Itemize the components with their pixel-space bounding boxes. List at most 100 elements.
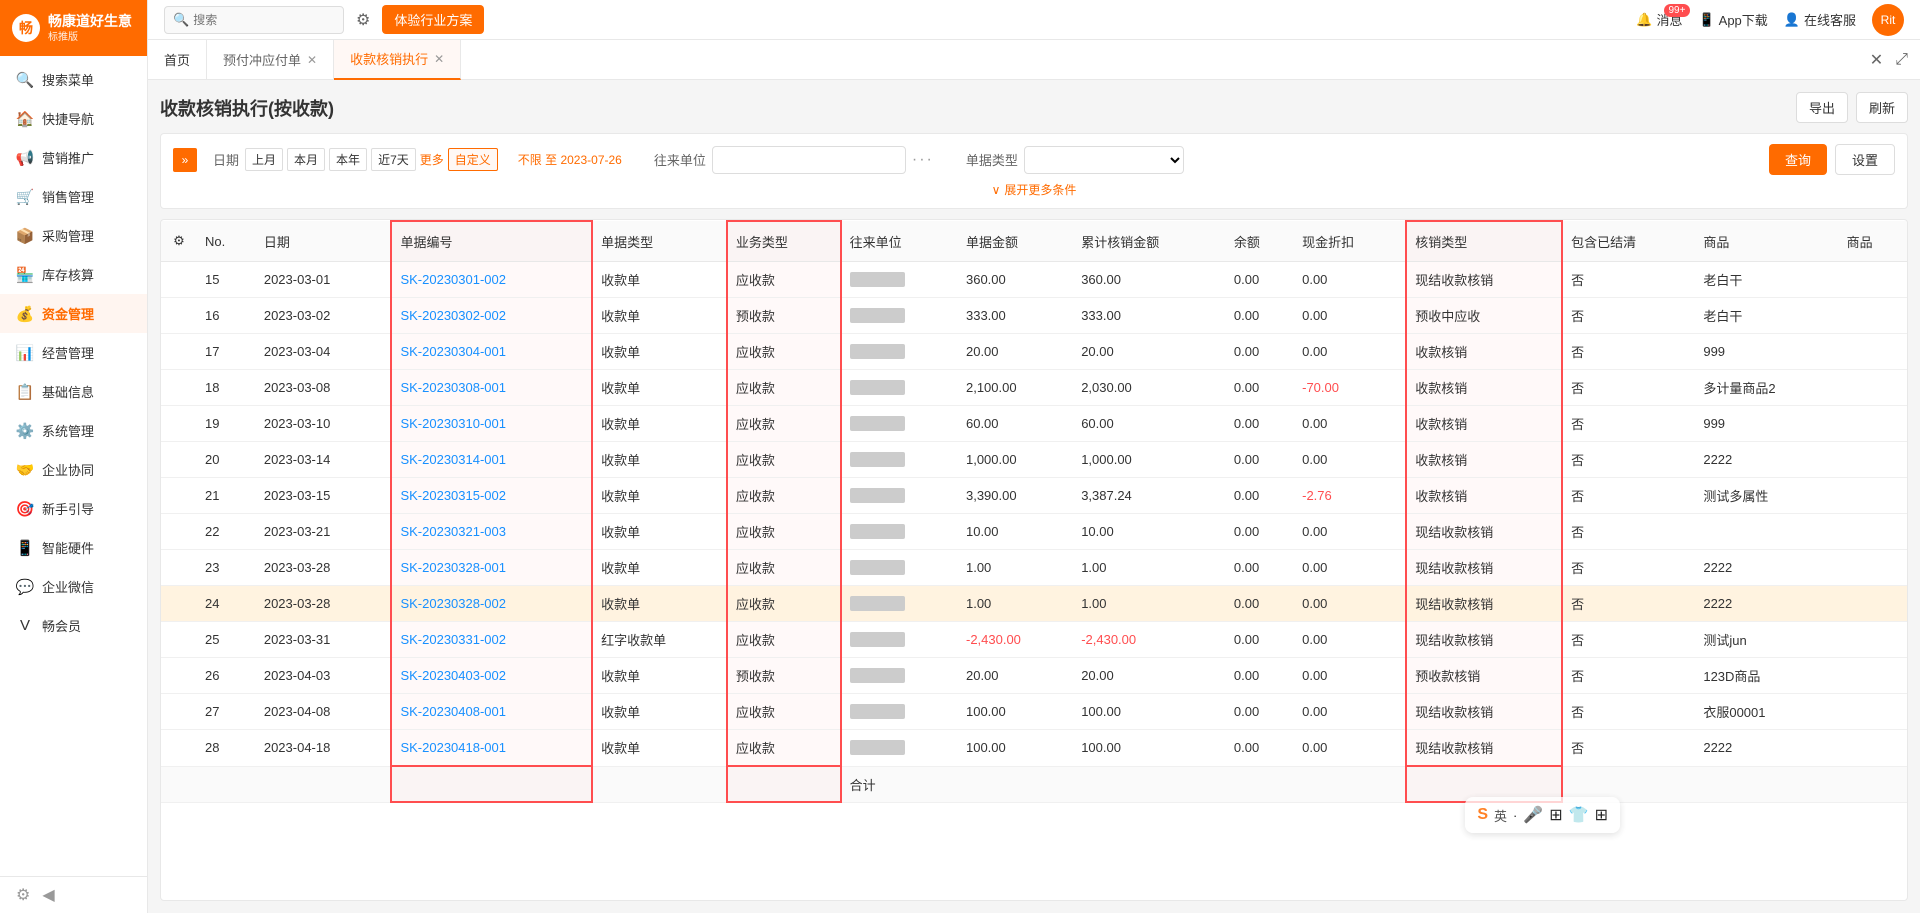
- row-billno[interactable]: SK-20230321-003: [391, 514, 592, 550]
- row-billno[interactable]: SK-20230403-002: [391, 658, 592, 694]
- row-billno[interactable]: SK-20230302-002: [391, 298, 592, 334]
- sidebar-item-sales[interactable]: 🛒销售管理: [0, 177, 147, 216]
- sidebar-label-search: 搜索菜单: [42, 70, 94, 89]
- filter-settings-button[interactable]: 设置: [1835, 144, 1895, 175]
- logo-icon: 畅: [12, 14, 40, 42]
- row-billno[interactable]: SK-20230408-001: [391, 694, 592, 730]
- industry-btn[interactable]: 体验行业方案: [382, 5, 484, 34]
- sidebar-item-purchase[interactable]: 📦采购管理: [0, 216, 147, 255]
- date-btn-custom[interactable]: 自定义: [448, 148, 498, 171]
- billno-link[interactable]: SK-20230328-001: [400, 560, 506, 575]
- row-goods: 老白干: [1695, 298, 1838, 334]
- sidebar-item-system[interactable]: ⚙️系统管理: [0, 411, 147, 450]
- sidebar-item-member[interactable]: V畅会员: [0, 606, 147, 645]
- row-billno[interactable]: SK-20230418-001: [391, 730, 592, 767]
- messages-btn[interactable]: 🔔 消息 99+: [1636, 10, 1682, 29]
- app-download-btn[interactable]: 📱 App下载: [1698, 10, 1767, 29]
- tab-receivable-close[interactable]: ✕: [307, 53, 317, 67]
- row-billno[interactable]: SK-20230328-001: [391, 550, 592, 586]
- col-billno-header: 单据编号: [391, 221, 592, 262]
- settings-icon[interactable]: ⚙: [16, 885, 30, 905]
- row-billno[interactable]: SK-20230308-001: [391, 370, 592, 406]
- billno-link[interactable]: SK-20230314-001: [400, 452, 506, 467]
- sidebar-item-wechat[interactable]: 💬企业微信: [0, 567, 147, 606]
- date-value-text: 不限 至 2023-07-26: [518, 151, 622, 168]
- table-row: 24 2023-03-28 SK-20230328-002 收款单 应收款 ██…: [161, 586, 1907, 622]
- sidebar-item-hardware[interactable]: 📱智能硬件: [0, 528, 147, 567]
- close-all-icon[interactable]: ✕: [1870, 50, 1883, 70]
- sidebar-item-quicknav[interactable]: 🏠快捷导航: [0, 99, 147, 138]
- billno-link[interactable]: SK-20230418-001: [400, 740, 506, 755]
- billno-link[interactable]: SK-20230302-002: [400, 308, 506, 323]
- sidebar-item-guide[interactable]: 🎯新手引导: [0, 489, 147, 528]
- row-include-settled: 否: [1562, 730, 1695, 767]
- online-service-btn[interactable]: 👤 在线客服: [1784, 10, 1856, 29]
- tab-home[interactable]: 首页: [148, 40, 207, 80]
- sidebar-item-operation[interactable]: 📊经营管理: [0, 333, 147, 372]
- billno-link[interactable]: SK-20230403-002: [400, 668, 506, 683]
- row-goods: 老白干: [1695, 262, 1838, 298]
- tab-writeoff-close[interactable]: ✕: [434, 52, 444, 66]
- footer-no: [197, 766, 256, 802]
- col-settings-header[interactable]: ⚙: [161, 221, 197, 262]
- date-btn-thisyear[interactable]: 本年: [329, 148, 367, 171]
- bill-type-select[interactable]: [1024, 146, 1184, 174]
- billno-link[interactable]: SK-20230301-002: [400, 272, 506, 287]
- footer-billno: [391, 766, 592, 802]
- filter-expand[interactable]: ∨ 展开更多条件: [173, 181, 1895, 198]
- billno-link[interactable]: SK-20230328-002: [400, 596, 506, 611]
- billno-link[interactable]: SK-20230315-002: [400, 488, 506, 503]
- row-billno[interactable]: SK-20230328-002: [391, 586, 592, 622]
- date-more[interactable]: 更多: [420, 151, 444, 168]
- row-billno[interactable]: SK-20230304-001: [391, 334, 592, 370]
- row-cash-discount: 0.00: [1294, 442, 1406, 478]
- row-cash-discount: 0.00: [1294, 298, 1406, 334]
- sidebar-menu: 🔍 搜索菜单 🏠快捷导航📢营销推广🛒销售管理📦采购管理🏪库存核算💰资金管理📊经营管理…: [0, 56, 147, 876]
- date-btn-lastmonth[interactable]: 上月: [245, 148, 283, 171]
- row-billno[interactable]: SK-20230310-001: [391, 406, 592, 442]
- search-input[interactable]: [193, 13, 335, 27]
- gear-icon[interactable]: ⚙: [356, 10, 370, 30]
- search-icon: 🔍: [16, 71, 34, 89]
- row-amount: 1.00: [958, 550, 1073, 586]
- billno-link[interactable]: SK-20230331-002: [400, 632, 506, 647]
- row-cash-discount: -2.76: [1294, 478, 1406, 514]
- sidebar-item-marketing[interactable]: 📢营销推广: [0, 138, 147, 177]
- filter-toggle[interactable]: »: [173, 148, 197, 172]
- sidebar-item-inventory[interactable]: 🏪库存核算: [0, 255, 147, 294]
- billno-link[interactable]: SK-20230304-001: [400, 344, 506, 359]
- partner-input[interactable]: [712, 146, 906, 174]
- row-goods2: [1839, 334, 1907, 370]
- row-no: 20: [197, 442, 256, 478]
- app-download-label: App下载: [1719, 10, 1768, 29]
- billno-link[interactable]: SK-20230321-003: [400, 524, 506, 539]
- date-btn-7days[interactable]: 近7天: [371, 148, 416, 171]
- row-billno[interactable]: SK-20230315-002: [391, 478, 592, 514]
- sidebar-item-search[interactable]: 🔍 搜索菜单: [0, 60, 147, 99]
- tab-writeoff[interactable]: 收款核销执行 ✕: [334, 40, 461, 80]
- row-partner: ██████: [841, 514, 958, 550]
- row-no: 22: [197, 514, 256, 550]
- billno-link[interactable]: SK-20230308-001: [400, 380, 506, 395]
- billno-link[interactable]: SK-20230408-001: [400, 704, 506, 719]
- row-biztype: 应收款: [727, 262, 841, 298]
- export-button[interactable]: 导出: [1796, 92, 1848, 123]
- row-billno[interactable]: SK-20230301-002: [391, 262, 592, 298]
- maximize-icon[interactable]: ⤢: [1895, 51, 1908, 69]
- row-billno[interactable]: SK-20230331-002: [391, 622, 592, 658]
- sidebar-item-basic[interactable]: 📋基础信息: [0, 372, 147, 411]
- topbar-search[interactable]: 🔍: [164, 6, 344, 34]
- sidebar-item-collab[interactable]: 🤝企业协同: [0, 450, 147, 489]
- collapse-icon[interactable]: ◀: [42, 885, 54, 905]
- sidebar-item-finance[interactable]: 💰资金管理: [0, 294, 147, 333]
- col-balance-header: 余额: [1226, 221, 1294, 262]
- row-billtype: 收款单: [592, 406, 727, 442]
- user-avatar[interactable]: Rit: [1872, 4, 1904, 36]
- row-billno[interactable]: SK-20230314-001: [391, 442, 592, 478]
- refresh-button[interactable]: 刷新: [1856, 92, 1908, 123]
- tab-receivable[interactable]: 预付冲应付单 ✕: [207, 40, 334, 80]
- query-button[interactable]: 查询: [1769, 144, 1827, 175]
- table-scroll[interactable]: ⚙ No. 日期 单据编号 单据类型 业务类型 往来单位 单据金额 累计核销金额…: [161, 220, 1907, 900]
- billno-link[interactable]: SK-20230310-001: [400, 416, 506, 431]
- date-btn-thismonth[interactable]: 本月: [287, 148, 325, 171]
